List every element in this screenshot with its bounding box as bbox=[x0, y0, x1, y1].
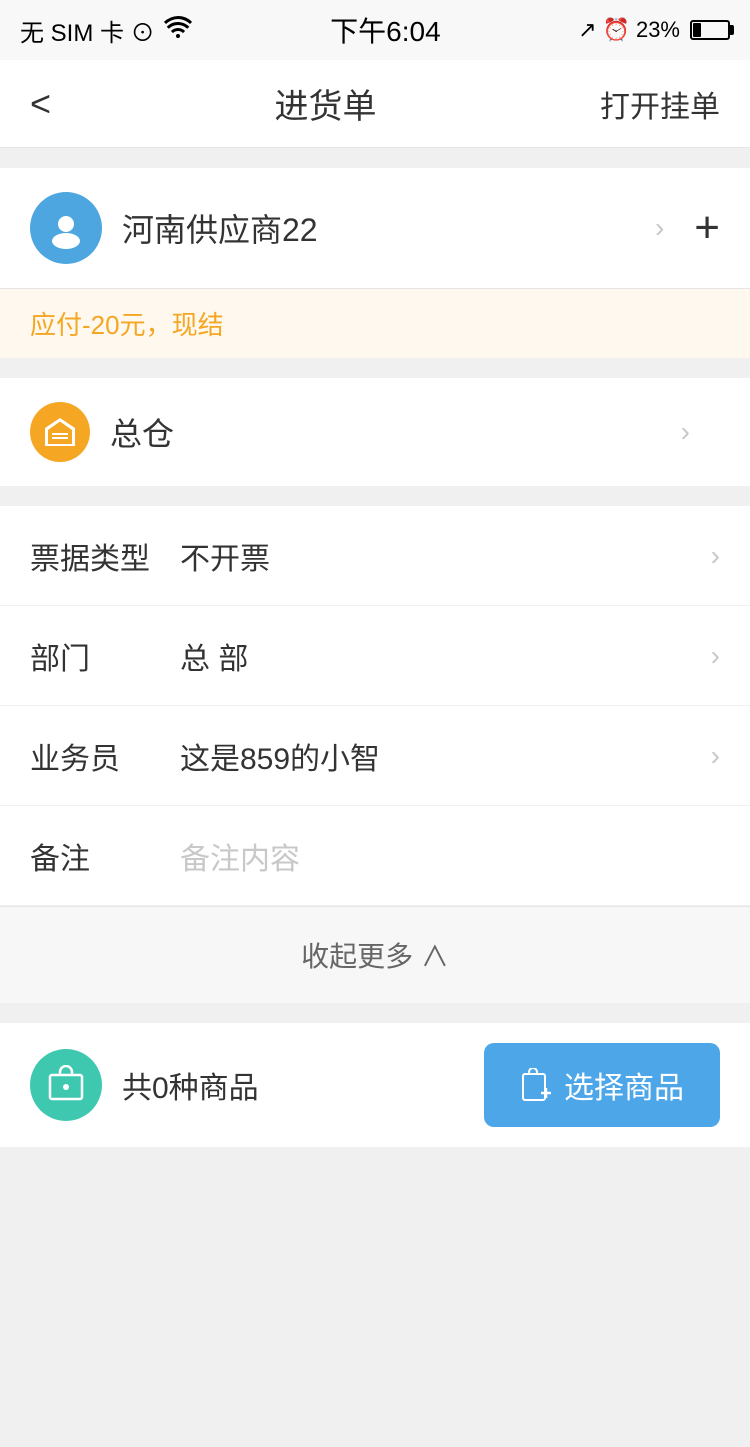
ticket-type-label: 票据类型 bbox=[30, 534, 160, 578]
collapse-button[interactable]: 收起更多 ∧ bbox=[0, 906, 750, 1003]
status-bar: 无 SIM 卡 ⊙ 下午6:04 ↗ ⏰ 23% bbox=[0, 0, 750, 60]
warehouse-name: 总仓 bbox=[110, 409, 681, 455]
select-product-button[interactable]: 选择商品 bbox=[484, 1043, 720, 1127]
status-right: ↗ ⏰ 23% bbox=[578, 17, 730, 43]
salesperson-chevron-icon: › bbox=[711, 740, 720, 772]
ticket-type-row[interactable]: 票据类型 不开票 › bbox=[0, 506, 750, 606]
location-icon: ↗ bbox=[578, 17, 596, 43]
page-title: 进货单 bbox=[275, 79, 377, 128]
warehouse-row[interactable]: 总仓 › bbox=[0, 378, 750, 486]
select-product-label: 选择商品 bbox=[564, 1063, 684, 1107]
supplier-section: 河南供应商22 › + 应付-20元，现结 bbox=[0, 168, 750, 358]
salesperson-row[interactable]: 业务员 这是859的小智 › bbox=[0, 706, 750, 806]
add-supplier-button[interactable]: + bbox=[694, 206, 720, 250]
sim-status: 无 SIM 卡 ⊙ bbox=[20, 13, 155, 48]
warehouse-chevron-icon: › bbox=[681, 416, 690, 448]
department-chevron-icon: › bbox=[711, 640, 720, 672]
warehouse-icon bbox=[30, 402, 90, 462]
salesperson-label: 业务员 bbox=[30, 734, 160, 778]
gap-2 bbox=[0, 358, 750, 378]
supplier-name: 河南供应商22 bbox=[122, 205, 655, 251]
form-section: 票据类型 不开票 › 部门 总 部 › 业务员 这是859的小智 › 备注 备注… bbox=[0, 506, 750, 1003]
collapse-label: 收起更多 ∧ bbox=[301, 941, 449, 972]
remark-input[interactable]: 备注内容 bbox=[160, 834, 720, 878]
bottom-bar: 共0种商品 选择商品 bbox=[0, 1023, 750, 1147]
back-button[interactable]: < bbox=[30, 83, 51, 125]
ticket-type-value: 不开票 bbox=[160, 534, 711, 578]
product-count: 共0种商品 bbox=[122, 1063, 464, 1107]
battery-icon bbox=[690, 20, 730, 40]
warehouse-section: 总仓 › bbox=[0, 378, 750, 486]
bottom-space bbox=[0, 1147, 750, 1447]
department-row[interactable]: 部门 总 部 › bbox=[0, 606, 750, 706]
remark-row[interactable]: 备注 备注内容 bbox=[0, 806, 750, 906]
gap-1 bbox=[0, 148, 750, 168]
supplier-chevron-icon: › bbox=[655, 212, 664, 244]
department-label: 部门 bbox=[30, 634, 160, 678]
wifi-icon bbox=[163, 16, 193, 45]
alarm-icon: ⏰ bbox=[603, 17, 630, 43]
ticket-type-chevron-icon: › bbox=[711, 540, 720, 572]
supplier-row[interactable]: 河南供应商22 › + bbox=[0, 168, 750, 289]
battery-percent: 23% bbox=[636, 17, 680, 43]
nav-bar: < 进货单 打开挂单 bbox=[0, 60, 750, 148]
supplier-avatar bbox=[30, 192, 102, 264]
notice-text: 应付-20元，现结 bbox=[30, 310, 224, 340]
notice-bar: 应付-20元，现结 bbox=[0, 289, 750, 358]
salesperson-value: 这是859的小智 bbox=[160, 734, 711, 778]
status-time: 下午6:04 bbox=[330, 10, 441, 50]
department-value: 总 部 bbox=[160, 634, 711, 678]
open-pending-button[interactable]: 打开挂单 bbox=[600, 82, 720, 126]
remark-label: 备注 bbox=[30, 834, 160, 878]
status-left: 无 SIM 卡 ⊙ bbox=[20, 13, 193, 48]
product-icon bbox=[30, 1049, 102, 1121]
